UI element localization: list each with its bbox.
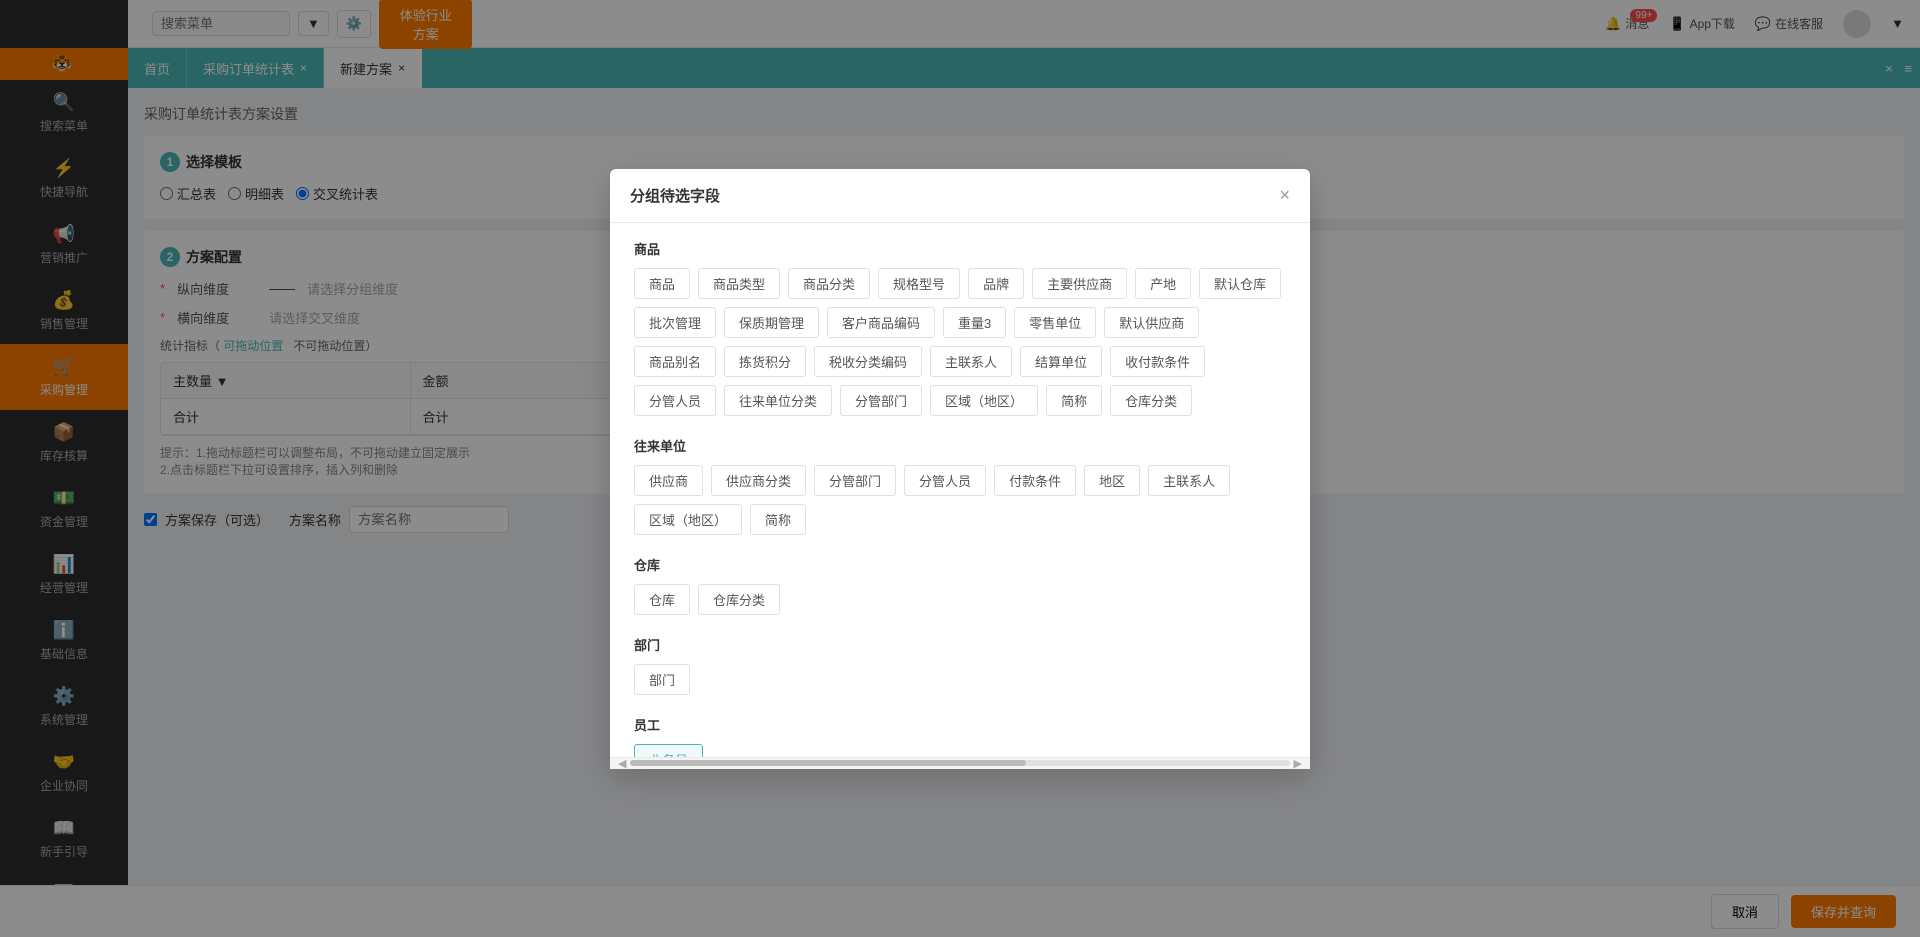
section-staff-title: 员工 (634, 715, 1286, 734)
tag-goods-6[interactable]: 产地 (1135, 268, 1191, 299)
tag-goods-24[interactable]: 简称 (1046, 385, 1102, 416)
tag-goods-21[interactable]: 往来单位分类 (724, 385, 832, 416)
tag-cp-0[interactable]: 供应商 (634, 465, 703, 496)
modal-title: 分组待选字段 (630, 185, 720, 206)
tag-goods-13[interactable]: 默认供应商 (1104, 307, 1199, 338)
section-staff: 员工 业务员 (634, 715, 1286, 757)
tag-goods-1[interactable]: 商品类型 (698, 268, 780, 299)
tag-goods-22[interactable]: 分管部门 (840, 385, 922, 416)
tag-cp-8[interactable]: 简称 (750, 504, 806, 535)
modal-header: 分组待选字段 × (610, 169, 1310, 223)
tag-goods-15[interactable]: 拣货积分 (724, 346, 806, 377)
modal-scrollbar-h[interactable]: ◀ ▶ (610, 757, 1310, 769)
section-warehouse-title: 仓库 (634, 555, 1286, 574)
section-dept-title: 部门 (634, 635, 1286, 654)
section-counterparty-title: 往来单位 (634, 436, 1286, 455)
tag-cp-1[interactable]: 供应商分类 (711, 465, 806, 496)
tag-goods-9[interactable]: 保质期管理 (724, 307, 819, 338)
tag-staff-0[interactable]: 业务员 (634, 744, 703, 757)
tag-goods-3[interactable]: 规格型号 (878, 268, 960, 299)
tag-goods-4[interactable]: 品牌 (968, 268, 1024, 299)
section-counterparty-tags: 供应商 供应商分类 分管部门 分管人员 付款条件 地区 主联系人 区域（地区） … (634, 465, 1286, 535)
field-select-modal: 分组待选字段 × 商品 商品 商品类型 商品分类 规格型号 品牌 主要供应商 产… (610, 169, 1310, 769)
tag-wh-1[interactable]: 仓库分类 (698, 584, 780, 615)
tag-goods-11[interactable]: 重量3 (943, 307, 1006, 338)
tag-goods-25[interactable]: 仓库分类 (1110, 385, 1192, 416)
scroll-thumb-h (630, 760, 1025, 766)
section-warehouse: 仓库 仓库 仓库分类 (634, 555, 1286, 615)
section-counterparty: 往来单位 供应商 供应商分类 分管部门 分管人员 付款条件 地区 主联系人 区域… (634, 436, 1286, 535)
modal-body[interactable]: 商品 商品 商品类型 商品分类 规格型号 品牌 主要供应商 产地 默认仓库 批次… (610, 223, 1310, 757)
section-staff-tags: 业务员 (634, 744, 1286, 757)
tag-goods-2[interactable]: 商品分类 (788, 268, 870, 299)
scroll-right-icon[interactable]: ▶ (1294, 757, 1302, 770)
section-goods-title: 商品 (634, 239, 1286, 258)
tag-goods-8[interactable]: 批次管理 (634, 307, 716, 338)
section-goods-tags: 商品 商品类型 商品分类 规格型号 品牌 主要供应商 产地 默认仓库 批次管理 … (634, 268, 1286, 416)
section-goods: 商品 商品 商品类型 商品分类 规格型号 品牌 主要供应商 产地 默认仓库 批次… (634, 239, 1286, 416)
tag-goods-10[interactable]: 客户商品编码 (827, 307, 935, 338)
section-warehouse-tags: 仓库 仓库分类 (634, 584, 1286, 615)
tag-cp-2[interactable]: 分管部门 (814, 465, 896, 496)
tag-cp-7[interactable]: 区域（地区） (634, 504, 742, 535)
tag-goods-16[interactable]: 税收分类编码 (814, 346, 922, 377)
scroll-left-icon[interactable]: ◀ (618, 757, 626, 770)
tag-goods-14[interactable]: 商品别名 (634, 346, 716, 377)
tag-cp-5[interactable]: 地区 (1084, 465, 1140, 496)
tag-cp-3[interactable]: 分管人员 (904, 465, 986, 496)
tag-goods-5[interactable]: 主要供应商 (1032, 268, 1127, 299)
tag-dept-0[interactable]: 部门 (634, 664, 690, 695)
tag-goods-20[interactable]: 分管人员 (634, 385, 716, 416)
tag-cp-4[interactable]: 付款条件 (994, 465, 1076, 496)
scroll-track-h (630, 760, 1289, 766)
tag-goods-17[interactable]: 主联系人 (930, 346, 1012, 377)
tag-goods-23[interactable]: 区域（地区） (930, 385, 1038, 416)
modal-close-button[interactable]: × (1279, 185, 1290, 206)
tag-wh-0[interactable]: 仓库 (634, 584, 690, 615)
tag-goods-12[interactable]: 零售单位 (1014, 307, 1096, 338)
section-dept-tags: 部门 (634, 664, 1286, 695)
tag-cp-6[interactable]: 主联系人 (1148, 465, 1230, 496)
section-dept: 部门 部门 (634, 635, 1286, 695)
tag-goods-19[interactable]: 收付款条件 (1110, 346, 1205, 377)
tag-goods-18[interactable]: 结算单位 (1020, 346, 1102, 377)
tag-goods-0[interactable]: 商品 (634, 268, 690, 299)
tag-goods-7[interactable]: 默认仓库 (1199, 268, 1281, 299)
